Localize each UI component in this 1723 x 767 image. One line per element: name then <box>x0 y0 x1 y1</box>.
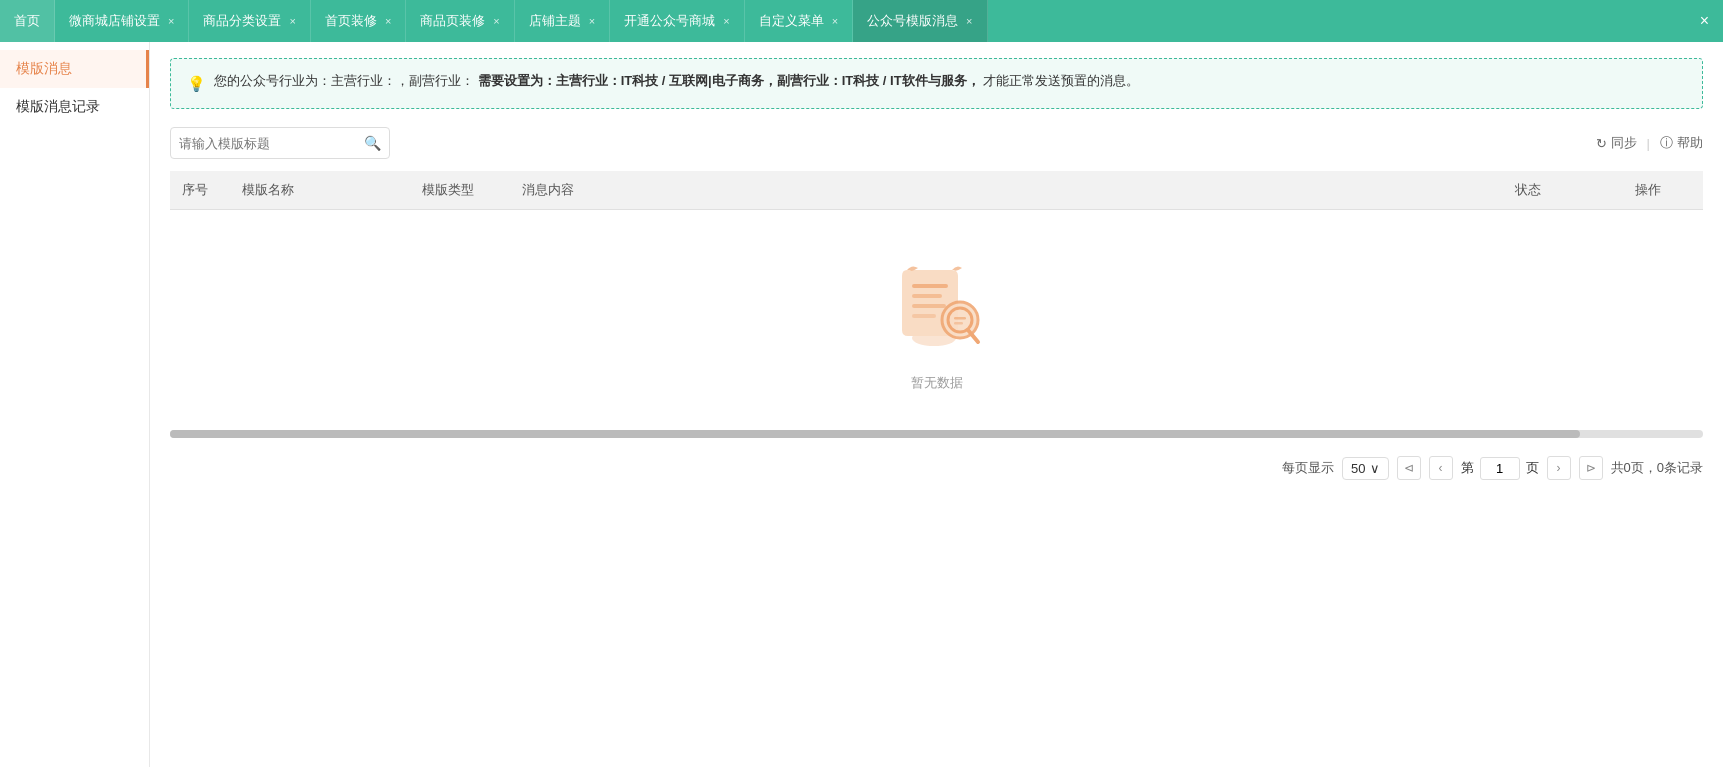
nav-tab-category-settings[interactable]: 商品分类设置 × <box>189 0 310 42</box>
chevron-down-icon: ∨ <box>1370 461 1380 476</box>
empty-text: 暂无数据 <box>911 374 963 392</box>
nav-tab-home-decor-label: 首页装修 <box>325 12 377 30</box>
notice-text-before: 您的公众号行业为：主营行业：，副营行业： <box>214 73 474 88</box>
nav-tab-category-settings-close[interactable]: × <box>289 15 295 27</box>
page-input[interactable] <box>1480 457 1520 480</box>
scrollbar-track[interactable] <box>170 430 1703 438</box>
divider: | <box>1647 136 1650 151</box>
svg-rect-8 <box>954 317 966 320</box>
toolbar: 🔍 ↻ 同步 | ⓘ 帮助 <box>170 127 1703 159</box>
nav-tab-shop-theme-label: 店铺主题 <box>529 12 581 30</box>
per-page-value: 50 <box>1351 461 1365 476</box>
page-unit: 页 <box>1526 459 1539 477</box>
col-header-status: 状态 <box>1503 171 1623 210</box>
nav-tab-custom-menu[interactable]: 自定义菜单 × <box>745 0 853 42</box>
nav-tab-home-decor[interactable]: 首页装修 × <box>311 0 406 42</box>
empty-state: 暂无数据 <box>170 210 1703 422</box>
search-icon[interactable]: 🔍 <box>364 135 381 151</box>
nav-tab-home-label: 首页 <box>14 12 40 30</box>
sync-icon: ↻ <box>1596 136 1607 151</box>
empty-icon <box>882 250 992 360</box>
search-input[interactable] <box>179 136 364 151</box>
per-page-label: 每页显示 <box>1282 459 1334 477</box>
sidebar-item-template-message-record[interactable]: 模版消息记录 <box>0 88 149 126</box>
help-icon: ⓘ <box>1660 134 1673 152</box>
svg-rect-4 <box>912 314 936 318</box>
table-body: 暂无数据 <box>170 210 1703 423</box>
nav-tab-shop-settings-label: 微商城店铺设置 <box>69 12 160 30</box>
nav-tab-custom-menu-close[interactable]: × <box>832 15 838 27</box>
svg-rect-9 <box>954 322 963 325</box>
scrollbar-thumb <box>170 430 1580 438</box>
content-area: 💡 您的公众号行业为：主营行业：，副营行业： 需要设置为：主营行业：IT科技 /… <box>150 42 1723 767</box>
sync-label: 同步 <box>1611 134 1637 152</box>
toolbar-right: ↻ 同步 | ⓘ 帮助 <box>1596 134 1703 152</box>
nav-tab-category-settings-label: 商品分类设置 <box>203 12 281 30</box>
svg-rect-3 <box>912 304 946 308</box>
notice-box: 💡 您的公众号行业为：主营行业：，副营行业： 需要设置为：主营行业：IT科技 /… <box>170 58 1703 109</box>
close-all-tabs-button[interactable]: × <box>1686 12 1723 30</box>
table-header-row: 序号 模版名称 模版类型 消息内容 状态 操作 <box>170 171 1703 210</box>
nav-tab-product-decor-close[interactable]: × <box>493 15 499 27</box>
nav-tab-shop-settings[interactable]: 微商城店铺设置 × <box>55 0 189 42</box>
first-page-button[interactable]: ⊲ <box>1397 456 1421 480</box>
col-header-type: 模版类型 <box>410 171 510 210</box>
sidebar-item-template-message[interactable]: 模版消息 <box>0 50 149 88</box>
main-layout: 模版消息 模版消息记录 💡 您的公众号行业为：主营行业：，副营行业： 需要设置为… <box>0 42 1723 767</box>
help-button[interactable]: ⓘ 帮助 <box>1660 134 1703 152</box>
last-page-button[interactable]: ⊳ <box>1579 456 1603 480</box>
per-page-select[interactable]: 50 ∨ <box>1342 457 1388 480</box>
nav-tab-template-message[interactable]: 公众号模版消息 × <box>853 0 987 42</box>
nav-tab-template-message-label: 公众号模版消息 <box>867 12 958 30</box>
total-label: 共0页，0条记录 <box>1611 459 1703 477</box>
page-label: 第 <box>1461 459 1474 477</box>
search-wrap: 🔍 <box>170 127 390 159</box>
nav-tab-open-mall-close[interactable]: × <box>723 15 729 27</box>
notice-text: 您的公众号行业为：主营行业：，副营行业： 需要设置为：主营行业：IT科技 / 互… <box>214 71 1139 92</box>
nav-tab-home-decor-close[interactable]: × <box>385 15 391 27</box>
svg-rect-2 <box>912 294 942 298</box>
data-table: 序号 模版名称 模版类型 消息内容 状态 操作 <box>170 171 1703 422</box>
pagination: 每页显示 50 ∨ ⊲ ‹ 第 页 › ⊳ 共0页，0条记录 <box>170 452 1703 484</box>
notice-text-after: 才能正常发送预置的消息。 <box>983 73 1139 88</box>
help-label: 帮助 <box>1677 134 1703 152</box>
next-page-button[interactable]: › <box>1547 456 1571 480</box>
col-header-action: 操作 <box>1623 171 1703 210</box>
nav-tab-open-mall[interactable]: 开通公众号商城 × <box>610 0 744 42</box>
sync-button[interactable]: ↻ 同步 <box>1596 134 1637 152</box>
page-input-wrap: 第 页 <box>1461 457 1539 480</box>
svg-rect-1 <box>912 284 948 288</box>
nav-tab-open-mall-label: 开通公众号商城 <box>624 12 715 30</box>
nav-tab-template-message-close[interactable]: × <box>966 15 972 27</box>
nav-tab-product-decor-label: 商品页装修 <box>420 12 485 30</box>
nav-tab-custom-menu-label: 自定义菜单 <box>759 12 824 30</box>
prev-page-button[interactable]: ‹ <box>1429 456 1453 480</box>
col-header-name: 模版名称 <box>230 171 410 210</box>
top-navigation: 首页 微商城店铺设置 × 商品分类设置 × 首页装修 × 商品页装修 × 店铺主… <box>0 0 1723 42</box>
nav-tab-shop-settings-close[interactable]: × <box>168 15 174 27</box>
col-header-index: 序号 <box>170 171 230 210</box>
table-header: 序号 模版名称 模版类型 消息内容 状态 操作 <box>170 171 1703 210</box>
nav-tab-shop-theme[interactable]: 店铺主题 × <box>515 0 610 42</box>
nav-tab-shop-theme-close[interactable]: × <box>589 15 595 27</box>
nav-tab-product-decor[interactable]: 商品页装修 × <box>406 0 514 42</box>
empty-state-row: 暂无数据 <box>170 210 1703 423</box>
sidebar: 模版消息 模版消息记录 <box>0 42 150 767</box>
bulb-icon: 💡 <box>187 72 206 96</box>
nav-tab-home[interactable]: 首页 <box>0 0 55 42</box>
notice-text-highlight: 需要设置为：主营行业：IT科技 / 互联网|电子商务，副营行业：IT科技 / I… <box>478 73 980 88</box>
col-header-content: 消息内容 <box>510 171 1503 210</box>
